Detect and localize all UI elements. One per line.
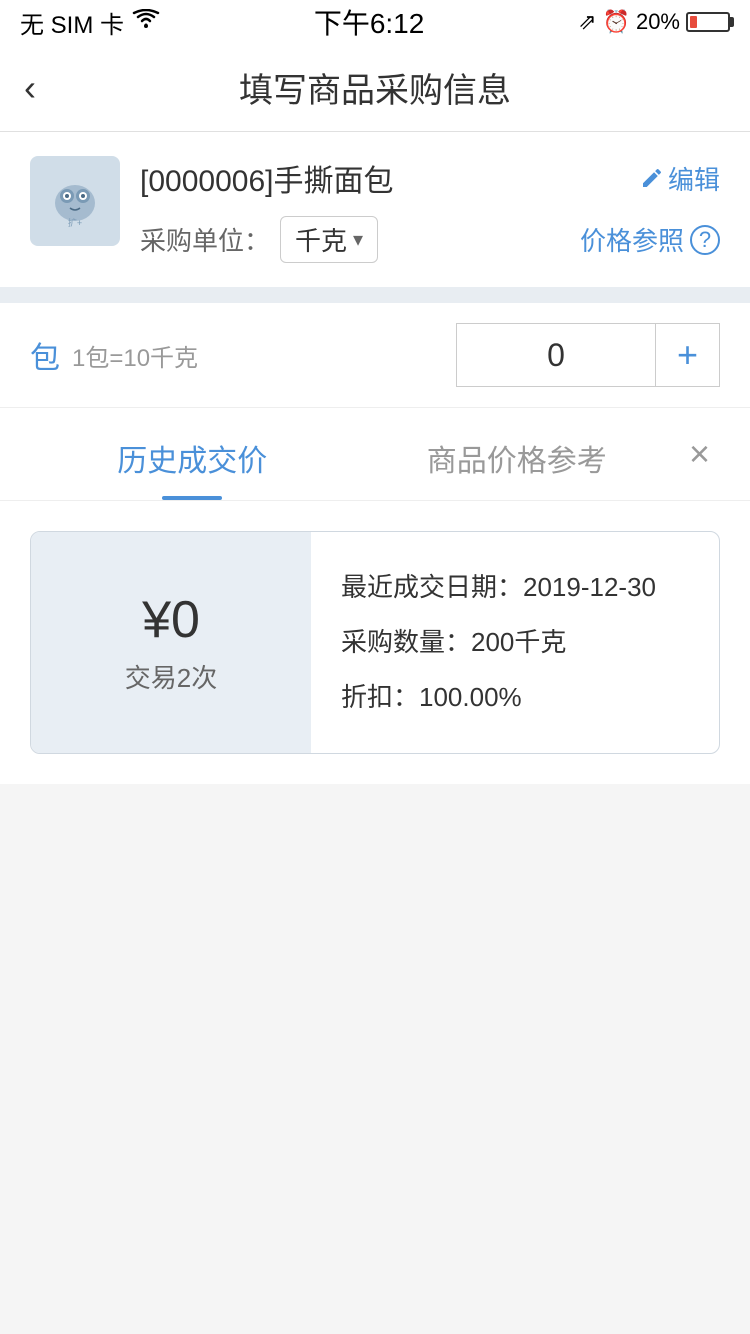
location-icon: ⇗ <box>578 9 596 35</box>
product-name: [0000006]手撕面包 <box>140 156 393 200</box>
unit-selector[interactable]: 千克 ▾ <box>280 216 378 263</box>
product-name-row: [0000006]手撕面包 编辑 <box>140 156 720 200</box>
quantity-row: 包 1包=10千克 0 + <box>0 303 750 408</box>
history-price-value: ¥0 <box>142 590 200 650</box>
status-right: ⇗ ⏰ 20% <box>578 9 730 35</box>
quantity-hint: 1包=10千克 <box>72 338 198 373</box>
bottom-panel: 历史成交价 商品价格参考 × ¥0 交易2次 最近成交日期：2019-12-30… <box>0 408 750 784</box>
section-divider <box>0 287 750 303</box>
quantity-item: 采购数量：200千克 <box>341 623 689 662</box>
product-info: [0000006]手撕面包 编辑 采购单位： 千克 ▾ 价格参照 ? <box>140 156 720 263</box>
price-reference-button[interactable]: 价格参照 ? <box>580 221 720 258</box>
discount-item: 折扣：100.00% <box>341 678 689 717</box>
recent-date-item: 最近成交日期：2019-12-30 <box>341 568 689 607</box>
svg-text:扩+: 扩+ <box>68 217 82 228</box>
quantity-input[interactable]: 0 <box>456 323 656 387</box>
quantity-control: 0 + <box>456 323 720 387</box>
product-thumbnail: 扩+ <box>30 156 120 246</box>
unit-label: 采购单位： <box>140 221 270 258</box>
status-left: 无 SIM 卡 <box>20 5 160 40</box>
history-detail-side: 最近成交日期：2019-12-30 采购数量：200千克 折扣：100.00% <box>311 532 719 753</box>
quantity-unit: 包 <box>30 333 60 377</box>
dropdown-icon: ▾ <box>353 227 363 252</box>
back-button[interactable]: ‹ <box>24 67 36 109</box>
status-time: 下午6:12 <box>314 2 425 42</box>
quantity-left: 包 1包=10千克 <box>30 333 198 377</box>
battery-fill <box>690 16 697 28</box>
battery-indicator <box>686 12 730 32</box>
page-title: 填写商品采购信息 <box>239 63 511 112</box>
alarm-icon: ⏰ <box>603 9 630 35</box>
unit-row: 采购单位： 千克 ▾ 价格参照 ? <box>140 216 720 263</box>
close-button[interactable]: × <box>679 413 720 495</box>
nav-bar: ‹ 填写商品采购信息 <box>0 44 750 132</box>
product-card: 扩+ [0000006]手撕面包 编辑 采购单位： 千克 ▾ <box>0 132 750 287</box>
history-price-side: ¥0 交易2次 <box>31 532 311 753</box>
tab-row: 历史成交价 商品价格参考 × <box>0 408 750 501</box>
history-content: ¥0 交易2次 最近成交日期：2019-12-30 采购数量：200千克 折扣：… <box>0 501 750 784</box>
quantity-plus-button[interactable]: + <box>656 323 720 387</box>
history-trade-count: 交易2次 <box>125 658 217 695</box>
tab-history-price[interactable]: 历史成交价 <box>30 408 354 500</box>
battery-percent: 20% <box>636 9 680 35</box>
edit-button[interactable]: 编辑 <box>640 160 720 197</box>
tab-price-reference[interactable]: 商品价格参考 <box>354 408 678 500</box>
history-card: ¥0 交易2次 最近成交日期：2019-12-30 采购数量：200千克 折扣：… <box>30 531 720 754</box>
question-icon: ? <box>690 225 720 255</box>
status-bar: 无 SIM 卡 下午6:12 ⇗ ⏰ 20% <box>0 0 750 44</box>
wifi-icon <box>132 8 160 36</box>
carrier-label: 无 SIM 卡 <box>20 5 124 40</box>
